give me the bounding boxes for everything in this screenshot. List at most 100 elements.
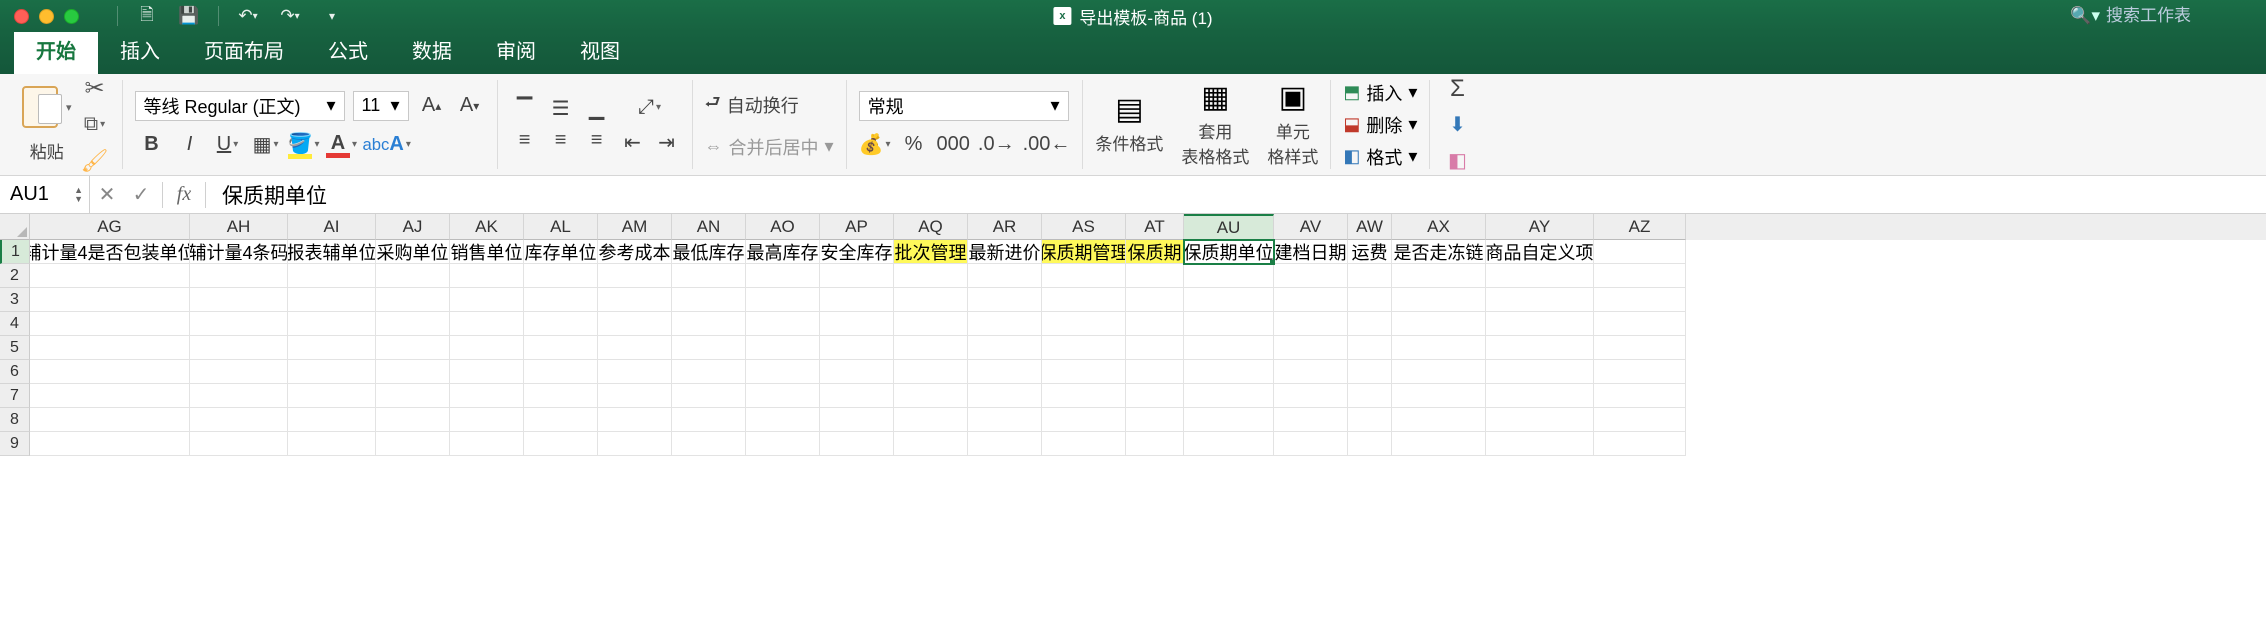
cell[interactable]: [820, 312, 894, 336]
cell[interactable]: [450, 408, 524, 432]
cell[interactable]: [1042, 264, 1126, 288]
currency-button[interactable]: 💰▾: [859, 131, 891, 159]
cell[interactable]: [820, 360, 894, 384]
cell-styles-button[interactable]: ▣单元 格样式: [1267, 82, 1318, 168]
cell[interactable]: [1274, 264, 1348, 288]
cell[interactable]: [1126, 288, 1184, 312]
save-icon[interactable]: 💾: [172, 4, 206, 28]
cell[interactable]: [672, 288, 746, 312]
cell[interactable]: 建档日期: [1274, 240, 1348, 264]
format-cells-button[interactable]: ◧格式▾: [1343, 144, 1417, 170]
cell[interactable]: [524, 264, 598, 288]
cell[interactable]: [30, 288, 190, 312]
cell[interactable]: [672, 336, 746, 360]
cell[interactable]: [894, 384, 968, 408]
undo-icon[interactable]: ↶▾: [231, 4, 265, 28]
cell[interactable]: [1184, 288, 1274, 312]
cell[interactable]: [1392, 360, 1486, 384]
cell[interactable]: 采购单位: [376, 240, 450, 264]
minimize-window-button[interactable]: [39, 9, 54, 24]
column-header[interactable]: AZ: [1594, 214, 1686, 240]
cell[interactable]: [376, 288, 450, 312]
cell[interactable]: [1126, 384, 1184, 408]
cell[interactable]: [894, 432, 968, 456]
cell[interactable]: [524, 408, 598, 432]
cell[interactable]: [524, 312, 598, 336]
column-header[interactable]: AO: [746, 214, 820, 240]
bold-button[interactable]: B: [135, 131, 169, 159]
cell[interactable]: 辅计量4是否包装单位: [30, 240, 190, 264]
cell[interactable]: [1274, 360, 1348, 384]
cell[interactable]: [450, 336, 524, 360]
tab-review[interactable]: 审阅: [474, 25, 558, 74]
cell[interactable]: [30, 312, 190, 336]
cell[interactable]: [190, 360, 288, 384]
cell[interactable]: [450, 312, 524, 336]
underline-button[interactable]: U▾: [211, 131, 245, 159]
cell[interactable]: [672, 264, 746, 288]
align-middle-button[interactable]: ☰: [546, 96, 576, 122]
cell[interactable]: [968, 336, 1042, 360]
cell[interactable]: [1486, 384, 1594, 408]
orientation-button[interactable]: ⤢▾: [620, 94, 680, 122]
cell[interactable]: [1184, 264, 1274, 288]
close-window-button[interactable]: [14, 9, 29, 24]
cell[interactable]: [894, 312, 968, 336]
cell[interactable]: 保质期单位: [1184, 240, 1274, 264]
cancel-formula-button[interactable]: ✕: [90, 182, 124, 207]
cell[interactable]: [672, 312, 746, 336]
paste-icon[interactable]: [22, 86, 58, 128]
cell[interactable]: [1184, 408, 1274, 432]
tab-data[interactable]: 数据: [390, 25, 474, 74]
cell[interactable]: [820, 264, 894, 288]
formula-input[interactable]: 保质期单位: [210, 180, 2266, 210]
cell[interactable]: [1274, 312, 1348, 336]
cell[interactable]: [30, 408, 190, 432]
cell[interactable]: [1184, 432, 1274, 456]
cell[interactable]: [1184, 360, 1274, 384]
cell[interactable]: [820, 432, 894, 456]
row-header[interactable]: 3: [0, 288, 30, 312]
cell[interactable]: 辅计量4条码: [190, 240, 288, 264]
accept-formula-button[interactable]: ✓: [124, 182, 158, 207]
cell[interactable]: [376, 264, 450, 288]
cell[interactable]: [746, 336, 820, 360]
cell[interactable]: [746, 432, 820, 456]
cell[interactable]: [524, 432, 598, 456]
column-header[interactable]: AI: [288, 214, 376, 240]
search-input[interactable]: [2106, 6, 2246, 26]
fill-color-button[interactable]: 🪣▾: [287, 131, 321, 159]
row-header[interactable]: 6: [0, 360, 30, 384]
cell[interactable]: [30, 432, 190, 456]
column-header[interactable]: AG: [30, 214, 190, 240]
column-header[interactable]: AT: [1126, 214, 1184, 240]
conditional-format-button[interactable]: ▤条件格式: [1095, 94, 1163, 155]
cell[interactable]: 参考成本: [598, 240, 672, 264]
cell[interactable]: [1392, 384, 1486, 408]
cell[interactable]: [376, 360, 450, 384]
cell[interactable]: [894, 336, 968, 360]
format-painter-button[interactable]: 🖌: [80, 147, 110, 175]
cell[interactable]: [1042, 384, 1126, 408]
cell[interactable]: [190, 408, 288, 432]
cell[interactable]: 最新进价: [968, 240, 1042, 264]
cell[interactable]: [288, 336, 376, 360]
cell[interactable]: [376, 432, 450, 456]
cell[interactable]: [30, 264, 190, 288]
cut-button[interactable]: ✂: [80, 75, 110, 103]
tab-home[interactable]: 开始: [14, 25, 98, 74]
column-header[interactable]: AQ: [894, 214, 968, 240]
cell[interactable]: [598, 336, 672, 360]
column-header[interactable]: AX: [1392, 214, 1486, 240]
cell[interactable]: [1486, 312, 1594, 336]
maximize-window-button[interactable]: [64, 9, 79, 24]
name-box[interactable]: AU1 ▲▼: [0, 176, 90, 214]
cell[interactable]: [524, 384, 598, 408]
cell[interactable]: [30, 336, 190, 360]
cell[interactable]: [746, 360, 820, 384]
cell[interactable]: [1042, 288, 1126, 312]
cell[interactable]: [1274, 384, 1348, 408]
row-header[interactable]: 7: [0, 384, 30, 408]
cell[interactable]: [1486, 288, 1594, 312]
column-header[interactable]: AW: [1348, 214, 1392, 240]
